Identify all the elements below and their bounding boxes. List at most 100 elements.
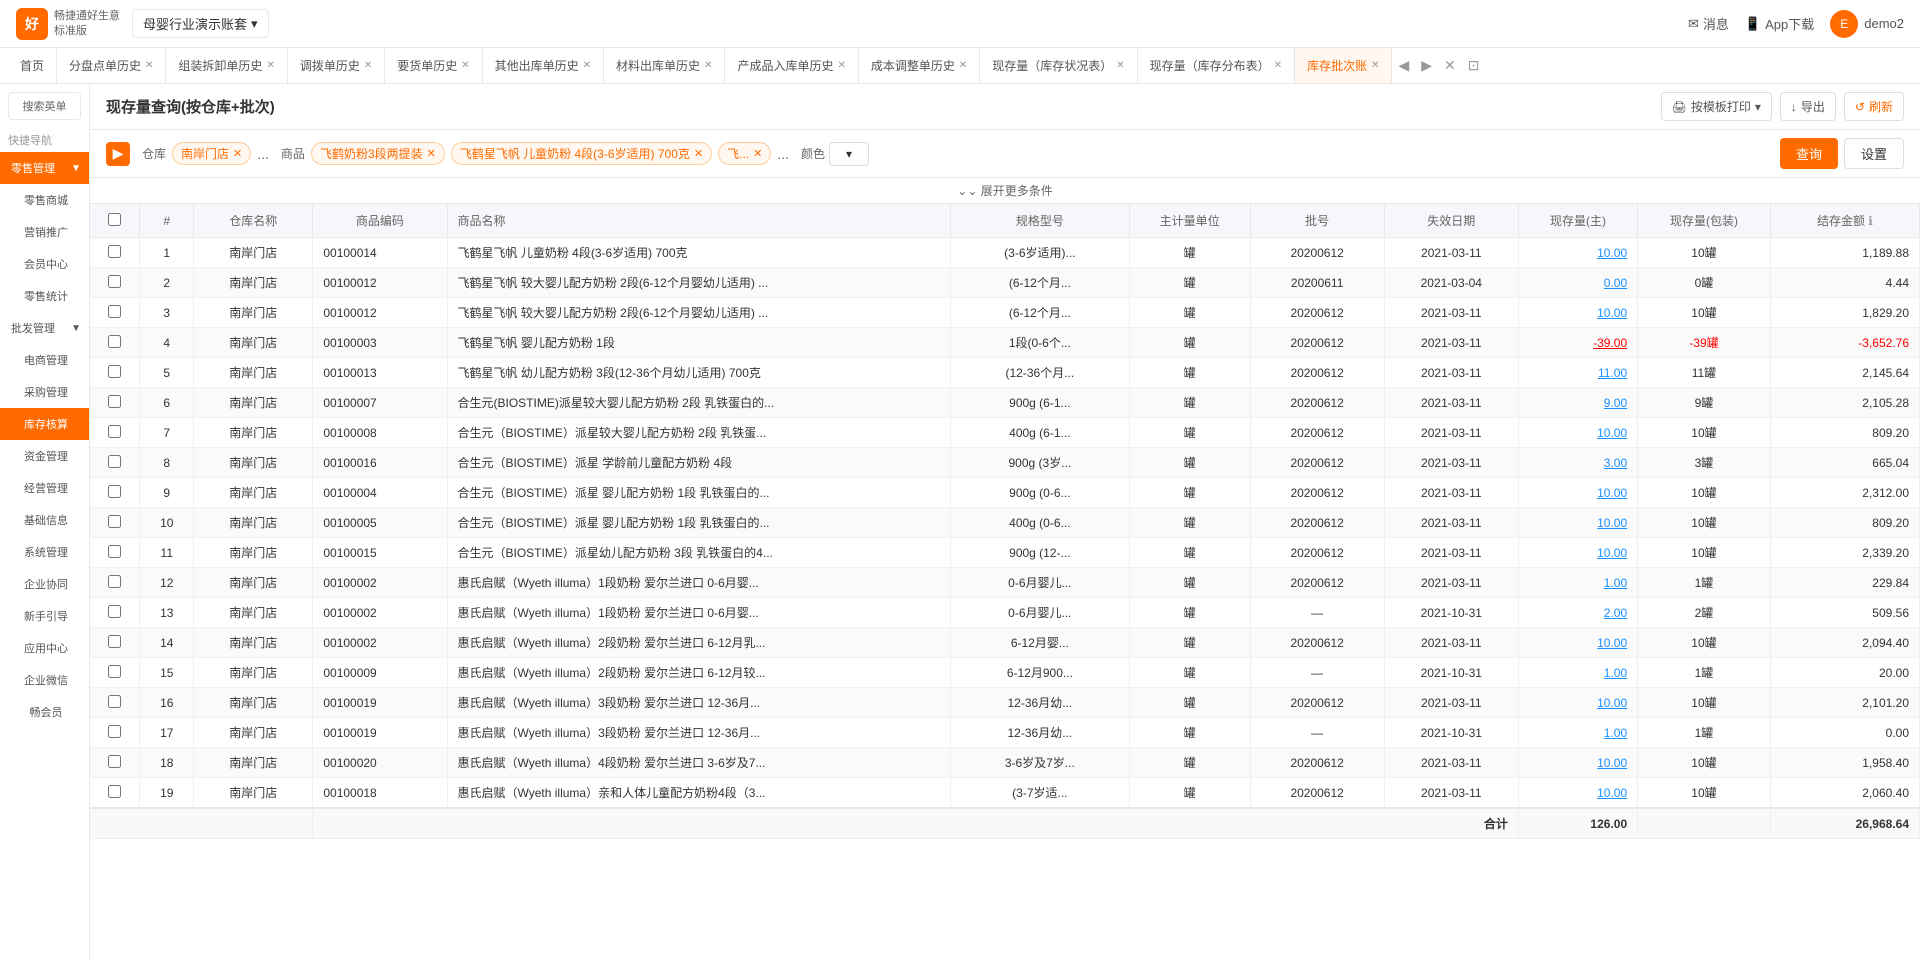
row-checkbox[interactable]: [108, 395, 121, 408]
sidebar-item-retail-stats[interactable]: 零售统计: [0, 280, 89, 312]
row-checkbox[interactable]: [108, 605, 121, 618]
qty-link[interactable]: -39.00: [1593, 336, 1627, 350]
tab-8[interactable]: 成本调整单历史 ✕: [859, 48, 980, 84]
tab-11[interactable]: 库存批次账 ✕: [1295, 48, 1392, 84]
qty-link[interactable]: 10.00: [1597, 246, 1627, 260]
sidebar-item-system[interactable]: 系统管理: [0, 536, 89, 568]
sidebar-item-member2[interactable]: 畅会员: [0, 696, 89, 728]
row-checkbox[interactable]: [108, 725, 121, 738]
tab-nav-prev[interactable]: ◀: [1392, 48, 1415, 84]
refresh-btn[interactable]: ↺ 刷新: [1844, 92, 1904, 121]
product-tag-3[interactable]: 飞... ✕: [718, 142, 771, 165]
qty-link[interactable]: 11.00: [1598, 366, 1627, 380]
settings-btn[interactable]: 设置: [1844, 138, 1904, 169]
product-tag-1[interactable]: 飞鹤奶粉3段两提装 ✕: [311, 142, 445, 165]
tab-close-icon[interactable]: ✕: [1116, 60, 1124, 71]
sidebar-item-finance[interactable]: 资金管理: [0, 440, 89, 472]
search-menu-btn[interactable]: 搜索英单: [8, 92, 81, 120]
template-print-btn[interactable]: 🖨 按模板打印 ▾: [1661, 92, 1772, 121]
qty-link[interactable]: 3.00: [1604, 456, 1627, 470]
row-checkbox[interactable]: [108, 545, 121, 558]
row-checkbox[interactable]: [108, 275, 121, 288]
qty-link[interactable]: 10.00: [1597, 426, 1627, 440]
row-checkbox[interactable]: [108, 515, 121, 528]
row-checkbox[interactable]: [108, 575, 121, 588]
tab-close-icon[interactable]: ✕: [364, 60, 372, 71]
tab-close-all[interactable]: ✕: [1438, 48, 1462, 84]
row-checkbox[interactable]: [108, 245, 121, 258]
tab-4[interactable]: 要货单历史 ✕: [385, 48, 482, 84]
qty-link[interactable]: 10.00: [1597, 486, 1627, 500]
download-btn[interactable]: 📱 App下载: [1745, 14, 1814, 33]
message-btn[interactable]: ✉ 消息: [1688, 14, 1729, 33]
qty-link[interactable]: 10.00: [1597, 306, 1627, 320]
tab-9[interactable]: 现存量（库存状况表） ✕: [980, 48, 1137, 84]
tab-close-icon[interactable]: ✕: [266, 60, 274, 71]
row-checkbox[interactable]: [108, 365, 121, 378]
sidebar-item-retail-mall[interactable]: 零售商城: [0, 184, 89, 216]
tab-close-icon[interactable]: ✕: [1371, 60, 1379, 71]
warehouse-tag[interactable]: 南岸门店 ✕: [172, 142, 251, 165]
product-tag-2[interactable]: 飞鹤星飞帆 儿童奶粉 4段(3-6岁适用) 700克 ✕: [451, 142, 712, 165]
sidebar-item-purchase[interactable]: 采购管理: [0, 376, 89, 408]
qty-link[interactable]: 10.00: [1597, 516, 1627, 530]
tab-1[interactable]: 分盘点单历史 ✕: [57, 48, 166, 84]
qty-link[interactable]: 2.00: [1604, 606, 1627, 620]
sidebar-item-wholesale[interactable]: 批发管理 ▼: [0, 312, 89, 344]
row-checkbox[interactable]: [108, 485, 121, 498]
select-all-checkbox[interactable]: [108, 213, 121, 226]
qty-link[interactable]: 0.00: [1604, 276, 1627, 290]
row-checkbox[interactable]: [108, 695, 121, 708]
qty-link[interactable]: 10.00: [1597, 756, 1627, 770]
tab-nav-next[interactable]: ▶: [1415, 48, 1438, 84]
search-btn[interactable]: 查询: [1780, 138, 1838, 169]
qty-link[interactable]: 1.00: [1604, 576, 1627, 590]
tab-more[interactable]: ⊡: [1462, 48, 1486, 84]
row-checkbox[interactable]: [108, 635, 121, 648]
tab-close-icon[interactable]: ✕: [145, 60, 153, 71]
qty-link[interactable]: 10.00: [1597, 546, 1627, 560]
sidebar-item-enterprise[interactable]: 企业协同: [0, 568, 89, 600]
qty-link[interactable]: 1.00: [1604, 666, 1627, 680]
user-area[interactable]: E demo2: [1830, 10, 1904, 38]
remove-warehouse-icon[interactable]: ✕: [233, 147, 242, 160]
sidebar-item-inventory[interactable]: 库存核算: [0, 408, 89, 440]
tab-close-icon[interactable]: ✕: [837, 60, 845, 71]
tab-close-icon[interactable]: ✕: [959, 60, 967, 71]
tab-close-icon[interactable]: ✕: [461, 60, 469, 71]
tab-6[interactable]: 材料出库单历史 ✕: [604, 48, 725, 84]
warehouse-more-btn[interactable]: ...: [257, 146, 269, 162]
sidebar-item-basic-info[interactable]: 基础信息: [0, 504, 89, 536]
color-dropdown[interactable]: ▾: [829, 142, 869, 166]
tab-close-icon[interactable]: ✕: [704, 60, 712, 71]
sidebar-item-ecommerce[interactable]: 电商管理: [0, 344, 89, 376]
qty-link[interactable]: 10.00: [1597, 786, 1627, 800]
qty-link[interactable]: 10.00: [1597, 636, 1627, 650]
sidebar-item-marketing[interactable]: 营销推广: [0, 216, 89, 248]
tab-10[interactable]: 现存量（库存分布表） ✕: [1138, 48, 1295, 84]
tab-close-icon[interactable]: ✕: [583, 60, 591, 71]
row-checkbox[interactable]: [108, 335, 121, 348]
qty-link[interactable]: 1.00: [1604, 726, 1627, 740]
sidebar-item-member[interactable]: 会员中心: [0, 248, 89, 280]
product-more-btn[interactable]: ...: [777, 146, 789, 162]
tab-2[interactable]: 组装拆卸单历史 ✕: [166, 48, 287, 84]
sidebar-item-guide[interactable]: 新手引导: [0, 600, 89, 632]
filter-toggle-btn[interactable]: ▶: [106, 142, 130, 166]
qty-link[interactable]: 10.00: [1597, 696, 1627, 710]
sidebar-item-operations[interactable]: 经营管理: [0, 472, 89, 504]
tab-3[interactable]: 调拨单历史 ✕: [288, 48, 385, 84]
org-selector[interactable]: 母婴行业演示账套 ▾: [132, 9, 269, 38]
tab-7[interactable]: 产成品入库单历史 ✕: [725, 48, 858, 84]
row-checkbox[interactable]: [108, 755, 121, 768]
remove-product3-icon[interactable]: ✕: [753, 147, 762, 160]
row-checkbox[interactable]: [108, 305, 121, 318]
tab-home[interactable]: 首页: [8, 48, 57, 84]
tab-5[interactable]: 其他出库单历史 ✕: [483, 48, 604, 84]
amount-info-icon[interactable]: ℹ: [1868, 214, 1873, 228]
tab-close-icon[interactable]: ✕: [1274, 60, 1282, 71]
export-btn[interactable]: ↓ 导出: [1780, 92, 1836, 121]
row-checkbox[interactable]: [108, 455, 121, 468]
sidebar-item-retail-mgmt[interactable]: 零售管理 ▼: [0, 152, 89, 184]
remove-product2-icon[interactable]: ✕: [694, 147, 703, 160]
